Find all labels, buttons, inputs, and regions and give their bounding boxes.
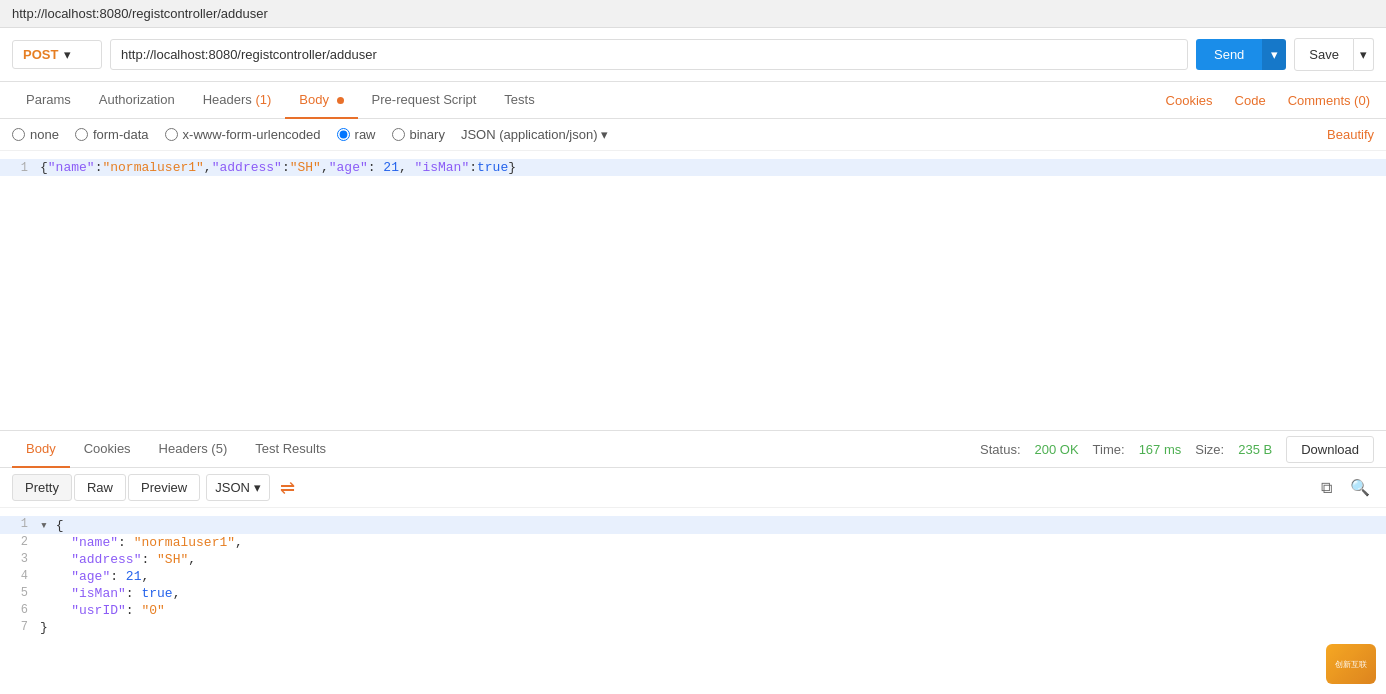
tab-authorization[interactable]: Authorization — [85, 82, 189, 119]
copy-icon[interactable]: ⧉ — [1317, 474, 1336, 501]
response-tab-cookies[interactable]: Cookies — [70, 431, 145, 468]
resp-line-6: 6 "usrID": "0" — [0, 602, 1386, 619]
method-chevron-icon: ▾ — [64, 47, 71, 62]
send-label: Send — [1214, 47, 1244, 62]
option-binary[interactable]: binary — [392, 127, 445, 142]
wrap-button[interactable]: ⇌ — [280, 477, 295, 499]
resp-line-7: 7 } — [0, 619, 1386, 636]
download-button[interactable]: Download — [1286, 436, 1374, 463]
url-input[interactable] — [110, 39, 1188, 70]
resp-line-2: 2 "name": "normaluser1", — [0, 534, 1386, 551]
json-type-selector[interactable]: JSON (application/json) ▾ — [461, 127, 609, 142]
send-group: Send ▾ — [1196, 39, 1286, 70]
wrap-icon: ⇌ — [280, 478, 295, 498]
format-dropdown[interactable]: JSON ▾ — [206, 474, 270, 501]
tab-cookies-link[interactable]: Cookies — [1162, 83, 1217, 118]
right-icons: ⧉ 🔍 — [1317, 474, 1374, 501]
raw-button[interactable]: Raw — [74, 474, 126, 501]
json-type-chevron-icon: ▾ — [601, 127, 608, 142]
request-tabs: Params Authorization Headers (1) Body Pr… — [0, 82, 1386, 119]
resp-line-4: 4 "age": 21, — [0, 568, 1386, 585]
tab-comments-link[interactable]: Comments (0) — [1284, 83, 1374, 118]
response-body: 1 ▾ { 2 "name": "normaluser1", 3 "addres… — [0, 508, 1386, 644]
browser-url-bar: http://localhost:8080/registcontroller/a… — [0, 0, 1386, 28]
tab-body[interactable]: Body — [285, 82, 357, 119]
format-chevron-icon: ▾ — [254, 480, 261, 495]
save-dropdown-button[interactable]: ▾ — [1354, 38, 1374, 71]
method-text: POST — [23, 47, 58, 62]
browser-url-text: http://localhost:8080/registcontroller/a… — [12, 6, 268, 21]
save-label: Save — [1309, 47, 1339, 62]
send-dropdown-button[interactable]: ▾ — [1262, 39, 1286, 70]
save-button[interactable]: Save — [1294, 38, 1354, 71]
preview-button[interactable]: Preview — [128, 474, 200, 501]
beautify-button[interactable]: Beautify — [1327, 127, 1374, 142]
tab-headers[interactable]: Headers (1) — [189, 82, 286, 119]
response-header: Body Cookies Headers (5) Test Results St… — [0, 431, 1386, 468]
tab-prerequest[interactable]: Pre-request Script — [358, 82, 491, 119]
response-tab-body[interactable]: Body — [12, 431, 70, 468]
option-urlencoded[interactable]: x-www-form-urlencoded — [165, 127, 321, 142]
right-tabs: Cookies Code Comments (0) — [1162, 83, 1374, 118]
response-toolbar: Pretty Raw Preview JSON ▾ ⇌ ⧉ 🔍 — [0, 468, 1386, 508]
request-body-editor[interactable]: 1 {"name":"normaluser1","address":"SH","… — [0, 151, 1386, 431]
option-form-data[interactable]: form-data — [75, 127, 149, 142]
method-select[interactable]: POST ▾ — [12, 40, 102, 69]
tab-params[interactable]: Params — [12, 82, 85, 119]
response-status-area: Status: 200 OK Time: 167 ms Size: 235 B … — [980, 436, 1374, 463]
response-tab-test-results[interactable]: Test Results — [241, 431, 340, 468]
tab-code-link[interactable]: Code — [1231, 83, 1270, 118]
search-icon[interactable]: 🔍 — [1346, 474, 1374, 501]
resp-line-1: 1 ▾ { — [0, 516, 1386, 534]
response-tab-headers[interactable]: Headers (5) — [145, 431, 242, 468]
resp-line-3: 3 "address": "SH", — [0, 551, 1386, 568]
option-raw[interactable]: raw — [337, 127, 376, 142]
body-dot-indicator — [337, 97, 344, 104]
request-bar: POST ▾ Send ▾ Save ▾ — [0, 28, 1386, 82]
tab-tests[interactable]: Tests — [490, 82, 548, 119]
pretty-button[interactable]: Pretty — [12, 474, 72, 501]
resp-line-5: 5 "isMan": true, — [0, 585, 1386, 602]
request-code-line-1: 1 {"name":"normaluser1","address":"SH","… — [0, 159, 1386, 176]
send-button[interactable]: Send — [1196, 39, 1262, 70]
save-group: Save ▾ — [1294, 38, 1374, 71]
body-options: none form-data x-www-form-urlencoded raw… — [0, 119, 1386, 151]
option-none[interactable]: none — [12, 127, 59, 142]
